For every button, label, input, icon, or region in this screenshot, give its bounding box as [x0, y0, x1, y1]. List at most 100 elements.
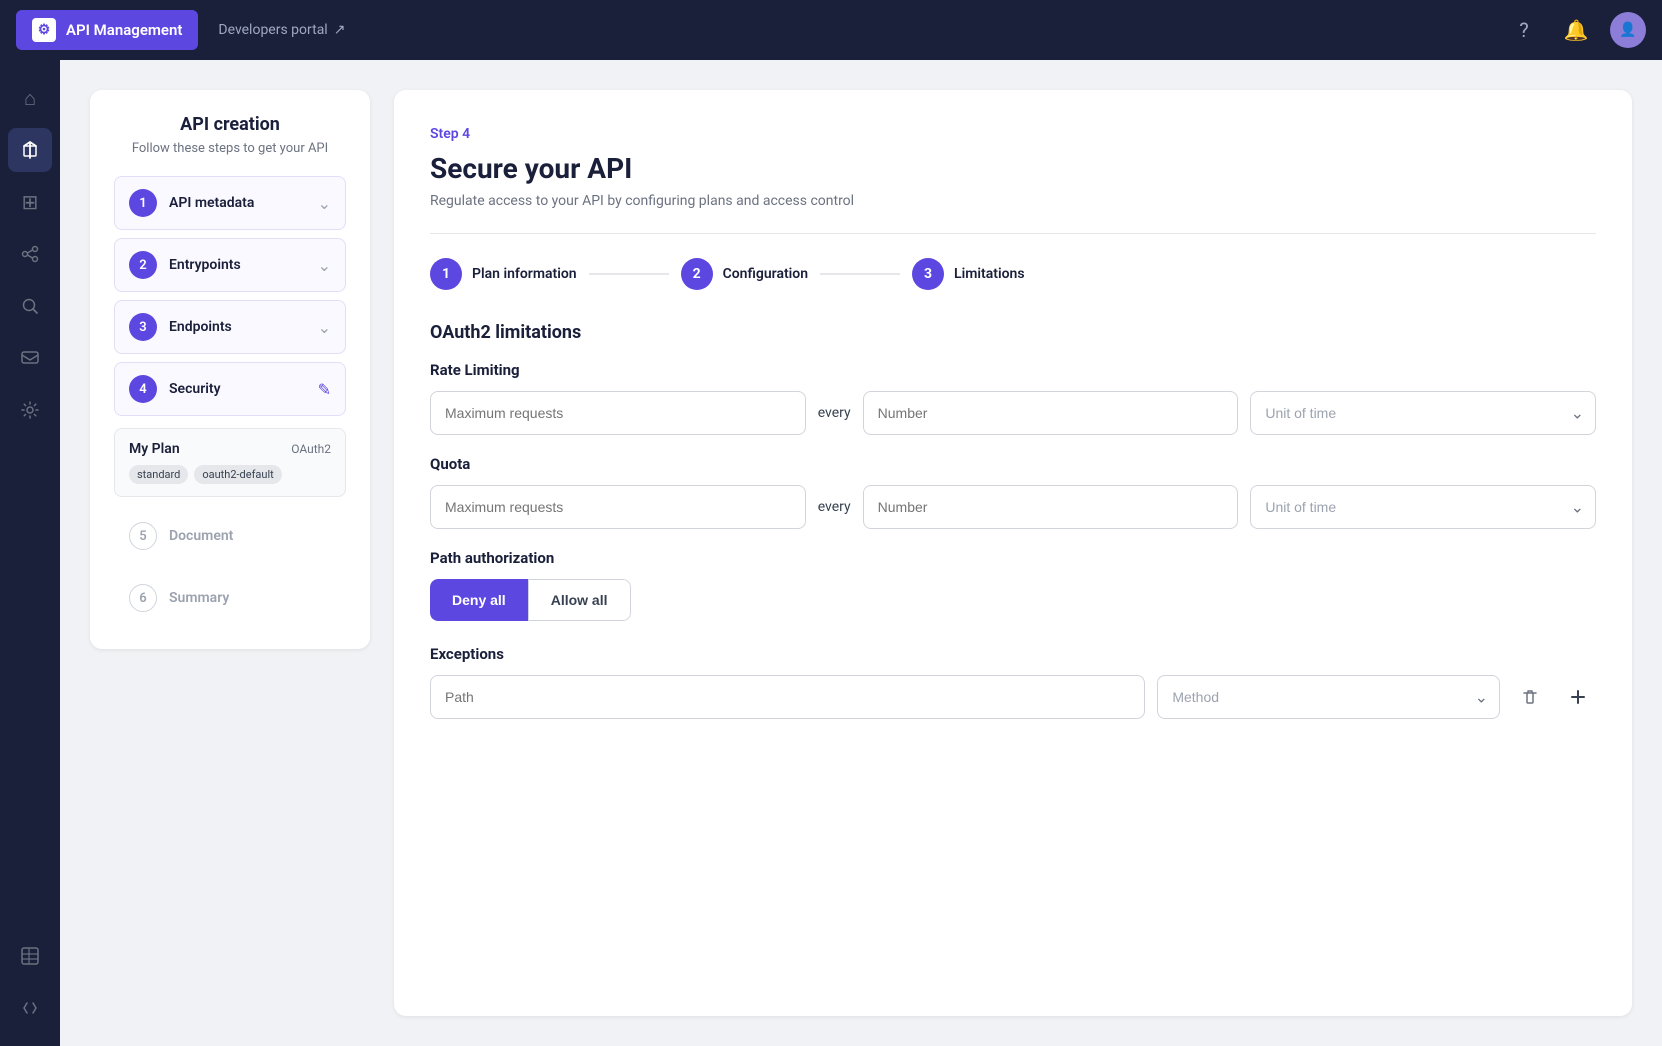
notifications-button[interactable]: 🔔	[1558, 12, 1594, 48]
sidebar-item-pages[interactable]: ⊞	[8, 180, 52, 224]
plan-name: My Plan	[129, 441, 180, 457]
quota-label: Quota	[430, 455, 1596, 473]
plan-card: My Plan OAuth2 standard oauth2-default	[114, 428, 346, 497]
chevron-icon-2: ⌄	[318, 256, 331, 275]
rate-max-requests-input[interactable]	[430, 391, 806, 435]
rate-limiting-label: Rate Limiting	[430, 361, 1596, 379]
quota-row: every Unit of time SECONDS MINUTES HOURS…	[430, 485, 1596, 529]
progress-num-2: 2	[681, 258, 713, 290]
add-exception-button[interactable]	[1560, 679, 1596, 715]
quota-unit-container: Unit of time SECONDS MINUTES HOURS DAYS …	[1250, 485, 1596, 529]
rate-every-label: every	[818, 405, 851, 421]
navbar: ⚙ API Management Developers portal ↗ ? 🔔…	[0, 0, 1662, 60]
exception-method-select[interactable]: Method GET POST PUT DELETE PATCH	[1157, 675, 1500, 719]
section-title: OAuth2 limitations	[430, 322, 1596, 343]
brand-icon: ⚙	[32, 18, 56, 42]
plan-type: OAuth2	[291, 442, 331, 456]
rate-number-input[interactable]	[863, 391, 1239, 435]
sidebar-item-api[interactable]	[8, 128, 52, 172]
quota-every-label: every	[818, 499, 851, 515]
step-label-4: Security	[169, 381, 221, 397]
progress-step-1: 1 Plan information	[430, 258, 577, 290]
rate-limiting-row: every Unit of time SECONDS MINUTES HOURS…	[430, 391, 1596, 435]
progress-step-2: 2 Configuration	[681, 258, 808, 290]
sidebar-item-home[interactable]: ⌂	[8, 76, 52, 120]
form-title: Secure your API	[430, 152, 1596, 185]
divider	[430, 233, 1596, 234]
allow-all-button[interactable]: Allow all	[528, 579, 631, 621]
devportal-link[interactable]: Developers portal ↗	[218, 22, 345, 38]
brand-label: API Management	[66, 21, 182, 39]
sidebar-item-search[interactable]	[8, 284, 52, 328]
plan-header: My Plan OAuth2	[129, 441, 331, 457]
quota-max-requests-input[interactable]	[430, 485, 806, 529]
step-label-3: Endpoints	[169, 319, 232, 335]
form-panel: Step 4 Secure your API Regulate access t…	[394, 90, 1632, 1016]
step-number-2: 2	[129, 251, 157, 279]
wizard-title: API creation	[114, 114, 346, 135]
progress-step-3: 3 Limitations	[912, 258, 1025, 290]
edit-icon-4: ✎	[318, 380, 331, 399]
user-avatar[interactable]: 👤	[1610, 12, 1646, 48]
delete-exception-button[interactable]	[1512, 679, 1548, 715]
deny-all-button[interactable]: Deny all	[430, 579, 528, 621]
wizard-step-1[interactable]: 1 API metadata ⌄	[114, 176, 346, 230]
sidebar-item-table[interactable]	[8, 934, 52, 978]
sidebar-bottom	[8, 934, 52, 1030]
exceptions-label: Exceptions	[430, 645, 1596, 663]
exceptions-section: Exceptions Method GET POST PUT DELETE PA…	[430, 645, 1596, 719]
form-description: Regulate access to your API by configuri…	[430, 193, 1596, 209]
help-button[interactable]: ?	[1506, 12, 1542, 48]
external-link-icon: ↗	[334, 22, 346, 38]
chevron-icon-1: ⌄	[318, 194, 331, 213]
path-auth-btn-group: Deny all Allow all	[430, 579, 631, 621]
progress-connector-2	[820, 273, 900, 275]
progress-label-3: Limitations	[954, 266, 1025, 282]
step-label-2: Entrypoints	[169, 257, 241, 273]
progress-steps: 1 Plan information 2 Configuration 3 Lim…	[430, 258, 1596, 290]
progress-connector-1	[589, 273, 669, 275]
step-number-3: 3	[129, 313, 157, 341]
step-number-4: 4	[129, 375, 157, 403]
plan-tag-standard: standard	[129, 465, 188, 484]
path-auth-section: Path authorization Deny all Allow all	[430, 549, 1596, 621]
chevron-icon-3: ⌄	[318, 318, 331, 337]
path-auth-label: Path authorization	[430, 549, 1596, 567]
wizard-step-6[interactable]: 6 Summary	[114, 571, 346, 625]
quota-number-input[interactable]	[863, 485, 1239, 529]
exception-path-input[interactable]	[430, 675, 1145, 719]
rate-unit-select[interactable]: Unit of time SECONDS MINUTES HOURS DAYS	[1250, 391, 1596, 435]
step-number-5: 5	[129, 522, 157, 550]
wizard-step-5[interactable]: 5 Document	[114, 509, 346, 563]
progress-num-3: 3	[912, 258, 944, 290]
plan-tag-oauth: oauth2-default	[194, 465, 281, 484]
main-layout: ⌂ ⊞	[0, 60, 1662, 1046]
sidebar-item-collapse[interactable]	[8, 986, 52, 1030]
wizard-subtitle: Follow these steps to get your API	[114, 141, 346, 156]
sidebar-item-settings[interactable]	[8, 388, 52, 432]
content-area: API creation Follow these steps to get y…	[60, 60, 1662, 1046]
step-label-5: Document	[169, 528, 233, 544]
sidebar: ⌂ ⊞	[0, 60, 60, 1046]
brand-logo[interactable]: ⚙ API Management	[16, 10, 198, 50]
progress-label-2: Configuration	[723, 266, 808, 282]
devportal-label: Developers portal	[218, 22, 327, 38]
progress-num-1: 1	[430, 258, 462, 290]
step-label-1: API metadata	[169, 195, 254, 211]
wizard-step-3[interactable]: 3 Endpoints ⌄	[114, 300, 346, 354]
wizard-step-4[interactable]: 4 Security ✎	[114, 362, 346, 416]
wizard-step-2[interactable]: 2 Entrypoints ⌄	[114, 238, 346, 292]
exception-row: Method GET POST PUT DELETE PATCH ⌄	[430, 675, 1596, 719]
plan-tags: standard oauth2-default	[129, 465, 331, 484]
sidebar-item-graph[interactable]	[8, 232, 52, 276]
wizard-steps: 1 API metadata ⌄ 2 Entrypoints ⌄ 3 Endpo…	[114, 176, 346, 625]
step-label-6: Summary	[169, 590, 229, 606]
wizard-panel: API creation Follow these steps to get y…	[90, 90, 370, 649]
navbar-right: ? 🔔 👤	[1506, 12, 1646, 48]
sidebar-item-messages[interactable]	[8, 336, 52, 380]
rate-unit-container: Unit of time SECONDS MINUTES HOURS DAYS …	[1250, 391, 1596, 435]
step-number-6: 6	[129, 584, 157, 612]
quota-unit-select[interactable]: Unit of time SECONDS MINUTES HOURS DAYS	[1250, 485, 1596, 529]
exception-method-container: Method GET POST PUT DELETE PATCH ⌄	[1157, 675, 1500, 719]
progress-label-1: Plan information	[472, 266, 577, 282]
